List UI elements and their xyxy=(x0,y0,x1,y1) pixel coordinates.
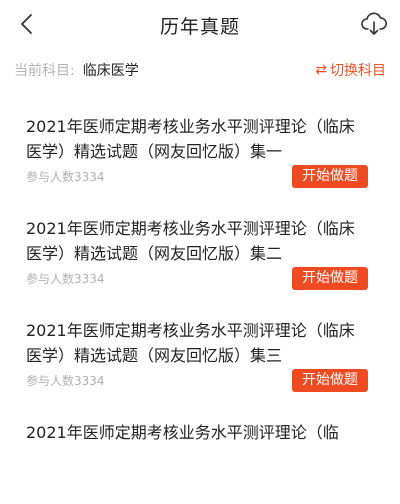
start-exam-button[interactable]: 开始做题 xyxy=(292,165,368,188)
exam-title: 2021年医师定期考核业务水平测评理论（临床医学）精选试题（网友回忆版）集一 xyxy=(26,117,355,161)
current-subject-label: 当前科目: xyxy=(14,63,75,79)
start-exam-button[interactable]: 开始做题 xyxy=(292,369,368,392)
chevron-left-icon xyxy=(21,14,32,34)
list-item[interactable]: 2021年医师定期考核业务水平测评理论（临床医学）精选试题（网友回忆版）集一 参… xyxy=(0,96,400,198)
exam-title: 2021年医师定期考核业务水平测评理论（临床医学）精选试题（网友回忆版）集三 xyxy=(26,321,355,365)
download-button[interactable] xyxy=(360,10,388,38)
exam-list: 2021年医师定期考核业务水平测评理论（临床医学）精选试题（网友回忆版）集一 参… xyxy=(0,90,400,504)
participant-count: 参与人数3334 xyxy=(26,272,105,286)
list-item[interactable]: 2021年医师定期考核业务水平测评理论（临床医学）精选试题（网友回忆版）集二 参… xyxy=(0,198,400,300)
list-item[interactable]: 2021年医师定期考核业务水平测评理论（临 xyxy=(0,402,400,504)
exam-meta: 参与人数3334 开始做题 xyxy=(26,165,368,188)
exam-meta: 参与人数3334 开始做题 xyxy=(26,267,368,290)
switch-subject-button[interactable]: ⇄ 切换科目 xyxy=(315,60,386,80)
switch-subject-label: 切换科目 xyxy=(330,63,386,79)
start-exam-button[interactable]: 开始做题 xyxy=(292,267,368,290)
participant-count: 参与人数3334 xyxy=(26,170,105,184)
exam-title: 2021年医师定期考核业务水平测评理论（临 xyxy=(26,423,339,442)
list-item[interactable]: 2021年医师定期考核业务水平测评理论（临床医学）精选试题（网友回忆版）集三 参… xyxy=(0,300,400,402)
exam-title: 2021年医师定期考核业务水平测评理论（临床医学）精选试题（网友回忆版）集二 xyxy=(26,219,355,263)
subject-bar: 当前科目: 临床医学 ⇄ 切换科目 xyxy=(0,50,400,90)
exam-meta: 参与人数3334 开始做题 xyxy=(26,369,368,392)
cloud-download-icon xyxy=(361,12,387,35)
page-title: 历年真题 xyxy=(159,15,240,38)
participant-count: 参与人数3334 xyxy=(26,374,105,388)
swap-arrows-icon: ⇄ xyxy=(315,62,327,78)
back-button[interactable] xyxy=(14,10,38,38)
app-header: 历年真题 xyxy=(0,0,400,50)
current-subject-value: 临床医学 xyxy=(82,63,139,79)
